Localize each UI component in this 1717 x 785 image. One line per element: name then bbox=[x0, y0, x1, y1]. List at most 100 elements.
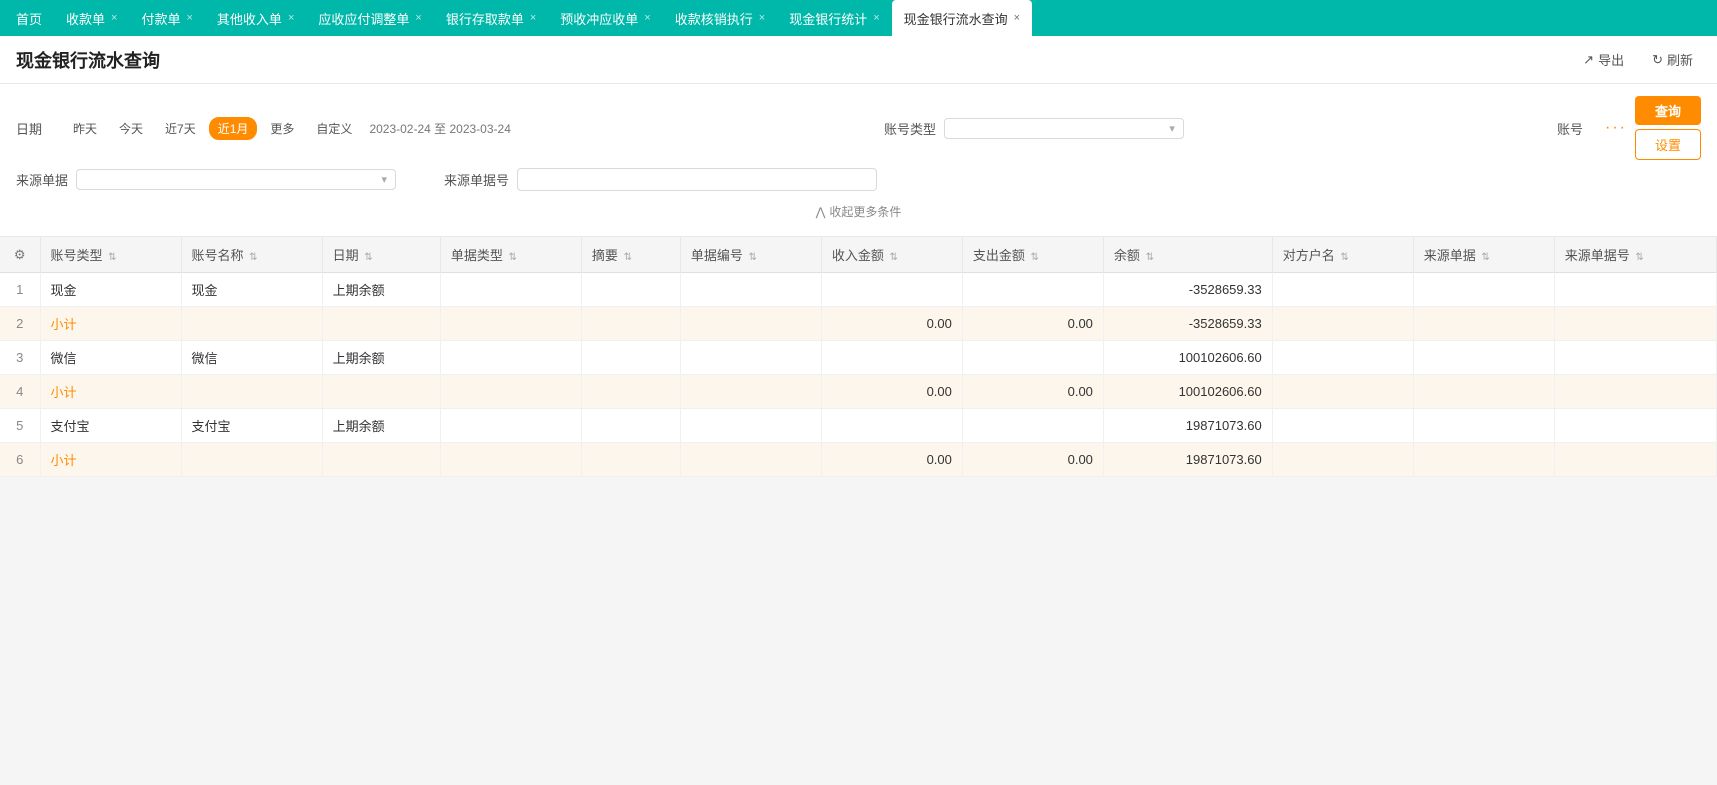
date-btn-7days[interactable]: 近7天 bbox=[156, 117, 205, 140]
cell-account-type: 支付宝 bbox=[40, 409, 181, 443]
close-bank-deposit-icon[interactable]: × bbox=[530, 12, 536, 24]
account-type-select[interactable]: ▾ bbox=[944, 118, 1184, 139]
col-account-name-label: 账号名称 bbox=[192, 248, 244, 263]
nav-cash-bank-stat[interactable]: 现金银行统计 × bbox=[777, 0, 891, 36]
account-label: 账号 bbox=[1557, 119, 1597, 138]
cell-index: 3 bbox=[0, 341, 40, 375]
table-header-row: ⚙ 账号类型 ⇅ 账号名称 ⇅ 日期 ⇅ 单据类型 ⇅ bbox=[0, 237, 1717, 273]
cell-expense: 0.00 bbox=[962, 307, 1103, 341]
col-summary[interactable]: 摘要 ⇅ bbox=[581, 237, 680, 273]
nav-payment[interactable]: 付款单 × bbox=[129, 0, 204, 36]
account-dots-button[interactable]: ··· bbox=[1605, 119, 1627, 137]
date-options: 昨天 今天 近7天 近1月 更多 自定义 2023-02-24 至 2023-0… bbox=[64, 117, 511, 140]
nav-bank-deposit[interactable]: 银行存取款单 × bbox=[434, 0, 548, 36]
source-doc-arrow-icon: ▾ bbox=[381, 173, 387, 186]
cell-account-name bbox=[181, 375, 322, 409]
nav-cash-bank-flow[interactable]: 现金银行流水查询 × bbox=[892, 0, 1032, 36]
filter-row-2: 来源单据 ▾ 来源单据号 bbox=[16, 168, 1701, 191]
sort-source-doc-no-icon: ⇅ bbox=[1635, 252, 1643, 263]
table-row: 3微信微信上期余额100102606.60 bbox=[0, 341, 1717, 375]
col-income[interactable]: 收入金额 ⇅ bbox=[821, 237, 962, 273]
page-header: 现金银行流水查询 ↗ 导出 ↻ 刷新 bbox=[0, 36, 1717, 84]
settings-button[interactable]: 设置 bbox=[1635, 129, 1701, 160]
col-source-doc[interactable]: 来源单据 ⇅ bbox=[1413, 237, 1554, 273]
query-button[interactable]: 查询 bbox=[1635, 96, 1701, 125]
col-balance[interactable]: 余额 ⇅ bbox=[1103, 237, 1272, 273]
export-button[interactable]: ↗ 导出 bbox=[1575, 46, 1632, 73]
collapse-bar[interactable]: ⋀ 收起更多条件 bbox=[16, 199, 1701, 224]
sort-date-icon: ⇅ bbox=[364, 252, 372, 263]
col-doc-no[interactable]: 单据编号 ⇅ bbox=[680, 237, 821, 273]
table-row: 5支付宝支付宝上期余额19871073.60 bbox=[0, 409, 1717, 443]
close-flow-icon[interactable]: × bbox=[1014, 12, 1020, 24]
table-row: 6小计0.000.0019871073.60 bbox=[0, 443, 1717, 477]
col-account-type[interactable]: 账号类型 ⇅ bbox=[40, 237, 181, 273]
close-ar-ap-icon[interactable]: × bbox=[415, 12, 421, 24]
col-doc-type-label: 单据类型 bbox=[451, 248, 503, 263]
col-counterparty[interactable]: 对方户名 ⇅ bbox=[1272, 237, 1413, 273]
date-btn-custom[interactable]: 自定义 bbox=[307, 117, 361, 140]
account-type-label: 账号类型 bbox=[884, 119, 936, 138]
nav-receipt-exec[interactable]: 收款核销执行 × bbox=[663, 0, 777, 36]
close-other-income-icon[interactable]: × bbox=[288, 12, 294, 24]
account-type-filter: 账号类型 ▾ bbox=[884, 118, 1184, 139]
cell-source-doc bbox=[1413, 341, 1554, 375]
col-source-doc-no[interactable]: 来源单据号 ⇅ bbox=[1554, 237, 1716, 273]
date-btn-yesterday[interactable]: 昨天 bbox=[64, 117, 106, 140]
date-range-display: 2023-02-24 至 2023-03-24 bbox=[369, 120, 510, 137]
cell-doc-no bbox=[680, 375, 821, 409]
cell-counterparty bbox=[1272, 341, 1413, 375]
close-receipt-icon[interactable]: × bbox=[111, 12, 117, 24]
cell-index: 5 bbox=[0, 409, 40, 443]
cell-source-doc-no bbox=[1554, 307, 1716, 341]
date-btn-more[interactable]: 更多 bbox=[261, 117, 303, 140]
date-btn-today[interactable]: 今天 bbox=[110, 117, 152, 140]
sort-summary-icon: ⇅ bbox=[624, 252, 632, 263]
filter-row-1: 日期 昨天 今天 近7天 近1月 更多 自定义 2023-02-24 至 202… bbox=[16, 96, 1701, 160]
cell-doc-no bbox=[680, 273, 821, 307]
cell-account-name bbox=[181, 443, 322, 477]
cell-date: 上期余额 bbox=[322, 409, 440, 443]
col-account-type-label: 账号类型 bbox=[51, 248, 103, 263]
cell-doc-no bbox=[680, 443, 821, 477]
nav-advance-offset[interactable]: 预收冲应收单 × bbox=[548, 0, 662, 36]
cell-counterparty bbox=[1272, 273, 1413, 307]
cell-doc-type bbox=[440, 341, 581, 375]
col-doc-type[interactable]: 单据类型 ⇅ bbox=[440, 237, 581, 273]
cell-summary bbox=[581, 273, 680, 307]
cell-expense: 0.00 bbox=[962, 375, 1103, 409]
source-doc-no-input[interactable] bbox=[517, 168, 877, 191]
close-advance-icon[interactable]: × bbox=[644, 12, 650, 24]
source-doc-select[interactable]: ▾ bbox=[76, 169, 396, 190]
date-btn-1month[interactable]: 近1月 bbox=[209, 117, 258, 140]
nav-home[interactable]: 首页 bbox=[4, 0, 54, 36]
col-source-doc-label: 来源单据 bbox=[1424, 248, 1476, 263]
cell-expense: 0.00 bbox=[962, 443, 1103, 477]
col-account-name[interactable]: 账号名称 ⇅ bbox=[181, 237, 322, 273]
col-expense[interactable]: 支出金额 ⇅ bbox=[962, 237, 1103, 273]
collapse-up-icon: ⋀ bbox=[816, 205, 826, 219]
nav-other-income[interactable]: 其他收入单 × bbox=[205, 0, 306, 36]
nav-ar-ap-adjust[interactable]: 应收应付调整单 × bbox=[306, 0, 433, 36]
col-date[interactable]: 日期 ⇅ bbox=[322, 237, 440, 273]
cell-income bbox=[821, 409, 962, 443]
close-stat-icon[interactable]: × bbox=[873, 12, 879, 24]
gear-icon: ⚙ bbox=[14, 247, 26, 262]
close-payment-icon[interactable]: × bbox=[186, 12, 192, 24]
cell-income: 0.00 bbox=[821, 375, 962, 409]
export-icon: ↗ bbox=[1583, 52, 1594, 68]
cell-counterparty bbox=[1272, 409, 1413, 443]
sort-expense-icon: ⇅ bbox=[1031, 252, 1039, 263]
cell-counterparty bbox=[1272, 443, 1413, 477]
close-exec-icon[interactable]: × bbox=[759, 12, 765, 24]
cell-balance: 19871073.60 bbox=[1103, 409, 1272, 443]
source-doc-no-filter: 来源单据号 bbox=[444, 168, 877, 191]
cell-income bbox=[821, 341, 962, 375]
col-date-label: 日期 bbox=[333, 248, 359, 263]
cell-source-doc-no bbox=[1554, 375, 1716, 409]
cell-index: 1 bbox=[0, 273, 40, 307]
col-gear[interactable]: ⚙ bbox=[0, 237, 40, 273]
cell-doc-type bbox=[440, 375, 581, 409]
nav-receipt[interactable]: 收款单 × bbox=[54, 0, 129, 36]
refresh-button[interactable]: ↻ 刷新 bbox=[1644, 46, 1701, 73]
